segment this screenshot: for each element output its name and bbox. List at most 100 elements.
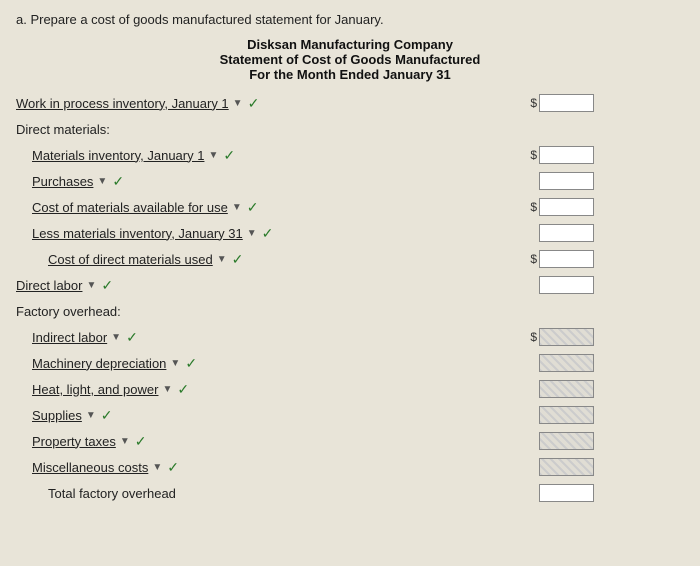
less-mat-inv-check: ✓ bbox=[262, 225, 274, 242]
row-direct-labor: Direct labor ▼ ✓ bbox=[16, 274, 594, 296]
heat-light-power-input[interactable] bbox=[539, 380, 594, 398]
property-taxes-check: ✓ bbox=[135, 433, 147, 450]
cost-direct-mat-input[interactable] bbox=[539, 250, 594, 268]
row-wip-jan1: Work in process inventory, January 1 ▼ ✓… bbox=[16, 92, 594, 114]
mat-inv-jan1-input[interactable] bbox=[539, 146, 594, 164]
supplies-input-group bbox=[539, 406, 594, 424]
machinery-dep-text: Machinery depreciation bbox=[32, 356, 166, 371]
mat-inv-jan1-label: Materials inventory, January 1 ▼ ✓ bbox=[32, 147, 524, 164]
row-direct-materials-header: Direct materials: bbox=[16, 118, 594, 140]
row-property-taxes: Property taxes ▼ ✓ bbox=[16, 430, 594, 452]
machinery-dep-label: Machinery depreciation ▼ ✓ bbox=[32, 355, 533, 372]
direct-labor-label: Direct labor ▼ ✓ bbox=[16, 277, 533, 294]
property-taxes-input-group bbox=[539, 432, 594, 450]
row-mat-inv-jan1: Materials inventory, January 1 ▼ ✓ $ bbox=[16, 144, 594, 166]
purchases-text: Purchases bbox=[32, 174, 93, 189]
row-heat-light-power: Heat, light, and power ▼ ✓ bbox=[16, 378, 594, 400]
property-taxes-text: Property taxes bbox=[32, 434, 116, 449]
row-cost-direct-mat: Cost of direct materials used ▼ ✓ $ bbox=[16, 248, 594, 270]
cost-mat-avail-input[interactable] bbox=[539, 198, 594, 216]
indirect-labor-dropdown[interactable]: ▼ bbox=[111, 332, 121, 343]
statement-title: Statement of Cost of Goods Manufactured bbox=[16, 52, 684, 67]
supplies-text: Supplies bbox=[32, 408, 82, 423]
wip-jan1-text: Work in process inventory, January 1 bbox=[16, 96, 229, 111]
supplies-check: ✓ bbox=[101, 407, 113, 424]
property-taxes-dropdown[interactable]: ▼ bbox=[120, 436, 130, 447]
row-indirect-labor: Indirect labor ▼ ✓ $ bbox=[16, 326, 594, 348]
less-mat-inv-input-group bbox=[539, 224, 594, 242]
machinery-dep-dropdown[interactable]: ▼ bbox=[170, 358, 180, 369]
less-mat-inv-input[interactable] bbox=[539, 224, 594, 242]
cost-direct-mat-check: ✓ bbox=[232, 251, 244, 268]
cost-direct-mat-dropdown[interactable]: ▼ bbox=[217, 254, 227, 265]
cost-mat-avail-dropdown[interactable]: ▼ bbox=[232, 202, 242, 213]
direct-materials-label: Direct materials: bbox=[16, 122, 110, 137]
mat-inv-jan1-input-group: $ bbox=[530, 146, 594, 164]
less-mat-inv-dropdown[interactable]: ▼ bbox=[247, 228, 257, 239]
heat-light-power-text: Heat, light, and power bbox=[32, 382, 158, 397]
indirect-labor-label: Indirect labor ▼ ✓ bbox=[32, 329, 524, 346]
machinery-dep-input[interactable] bbox=[539, 354, 594, 372]
wip-jan1-input-group: $ bbox=[530, 94, 594, 112]
page: a. Prepare a cost of goods manufactured … bbox=[0, 0, 700, 566]
wip-jan1-label: Work in process inventory, January 1 ▼ ✓ bbox=[16, 95, 524, 112]
factory-overhead-label: Factory overhead: bbox=[16, 304, 121, 319]
total-factory-overhead-input[interactable] bbox=[539, 484, 594, 502]
misc-costs-dropdown[interactable]: ▼ bbox=[152, 462, 162, 473]
company-name: Disksan Manufacturing Company bbox=[16, 37, 684, 52]
row-misc-costs: Miscellaneous costs ▼ ✓ bbox=[16, 456, 594, 478]
cost-mat-avail-label: Cost of materials available for use ▼ ✓ bbox=[32, 199, 524, 216]
row-factory-overhead-header: Factory overhead: bbox=[16, 300, 594, 322]
indirect-labor-text: Indirect labor bbox=[32, 330, 107, 345]
purchases-dropdown[interactable]: ▼ bbox=[97, 176, 107, 187]
wip-jan1-dropdown[interactable]: ▼ bbox=[233, 98, 243, 109]
purchases-label: Purchases ▼ ✓ bbox=[32, 173, 533, 190]
cost-direct-mat-label: Cost of direct materials used ▼ ✓ bbox=[48, 251, 524, 268]
misc-costs-label: Miscellaneous costs ▼ ✓ bbox=[32, 459, 533, 476]
total-factory-overhead-text: Total factory overhead bbox=[48, 486, 176, 501]
heat-light-power-input-group bbox=[539, 380, 594, 398]
total-factory-overhead-input-group bbox=[539, 484, 594, 502]
mat-inv-jan1-dropdown[interactable]: ▼ bbox=[208, 150, 218, 161]
misc-costs-check: ✓ bbox=[167, 459, 179, 476]
cost-direct-mat-dollar: $ bbox=[530, 252, 537, 266]
statement-period: For the Month Ended January 31 bbox=[16, 67, 684, 82]
row-less-mat-inv: Less materials inventory, January 31 ▼ ✓ bbox=[16, 222, 594, 244]
mat-inv-jan1-text: Materials inventory, January 1 bbox=[32, 148, 204, 163]
mat-inv-jan1-check: ✓ bbox=[223, 147, 235, 164]
purchases-input[interactable] bbox=[539, 172, 594, 190]
direct-labor-input[interactable] bbox=[539, 276, 594, 294]
cost-direct-mat-input-group: $ bbox=[530, 250, 594, 268]
row-machinery-dep: Machinery depreciation ▼ ✓ bbox=[16, 352, 594, 374]
machinery-dep-check: ✓ bbox=[185, 355, 197, 372]
purchases-input-group bbox=[539, 172, 594, 190]
row-purchases: Purchases ▼ ✓ bbox=[16, 170, 594, 192]
supplies-dropdown[interactable]: ▼ bbox=[86, 410, 96, 421]
property-taxes-input[interactable] bbox=[539, 432, 594, 450]
wip-jan1-check: ✓ bbox=[248, 95, 260, 112]
form-area: Work in process inventory, January 1 ▼ ✓… bbox=[16, 92, 684, 504]
indirect-labor-dollar: $ bbox=[530, 330, 537, 344]
mat-inv-jan1-dollar: $ bbox=[530, 148, 537, 162]
wip-jan1-input[interactable] bbox=[539, 94, 594, 112]
cost-mat-avail-dollar: $ bbox=[530, 200, 537, 214]
cost-direct-mat-text: Cost of direct materials used bbox=[48, 252, 213, 267]
cost-mat-avail-check: ✓ bbox=[247, 199, 259, 216]
indirect-labor-input[interactable] bbox=[539, 328, 594, 346]
property-taxes-label: Property taxes ▼ ✓ bbox=[32, 433, 533, 450]
heat-light-power-check: ✓ bbox=[177, 381, 189, 398]
heat-light-power-dropdown[interactable]: ▼ bbox=[162, 384, 172, 395]
row-supplies: Supplies ▼ ✓ bbox=[16, 404, 594, 426]
indirect-labor-check: ✓ bbox=[126, 329, 138, 346]
supplies-input[interactable] bbox=[539, 406, 594, 424]
direct-labor-text: Direct labor bbox=[16, 278, 82, 293]
direct-labor-check: ✓ bbox=[101, 277, 113, 294]
less-mat-inv-text: Less materials inventory, January 31 bbox=[32, 226, 243, 241]
heat-light-power-label: Heat, light, and power ▼ ✓ bbox=[32, 381, 533, 398]
cost-mat-avail-input-group: $ bbox=[530, 198, 594, 216]
wip-jan1-dollar: $ bbox=[530, 96, 537, 110]
misc-costs-text: Miscellaneous costs bbox=[32, 460, 148, 475]
total-factory-overhead-label: Total factory overhead bbox=[48, 486, 533, 501]
direct-labor-dropdown[interactable]: ▼ bbox=[86, 280, 96, 291]
misc-costs-input[interactable] bbox=[539, 458, 594, 476]
